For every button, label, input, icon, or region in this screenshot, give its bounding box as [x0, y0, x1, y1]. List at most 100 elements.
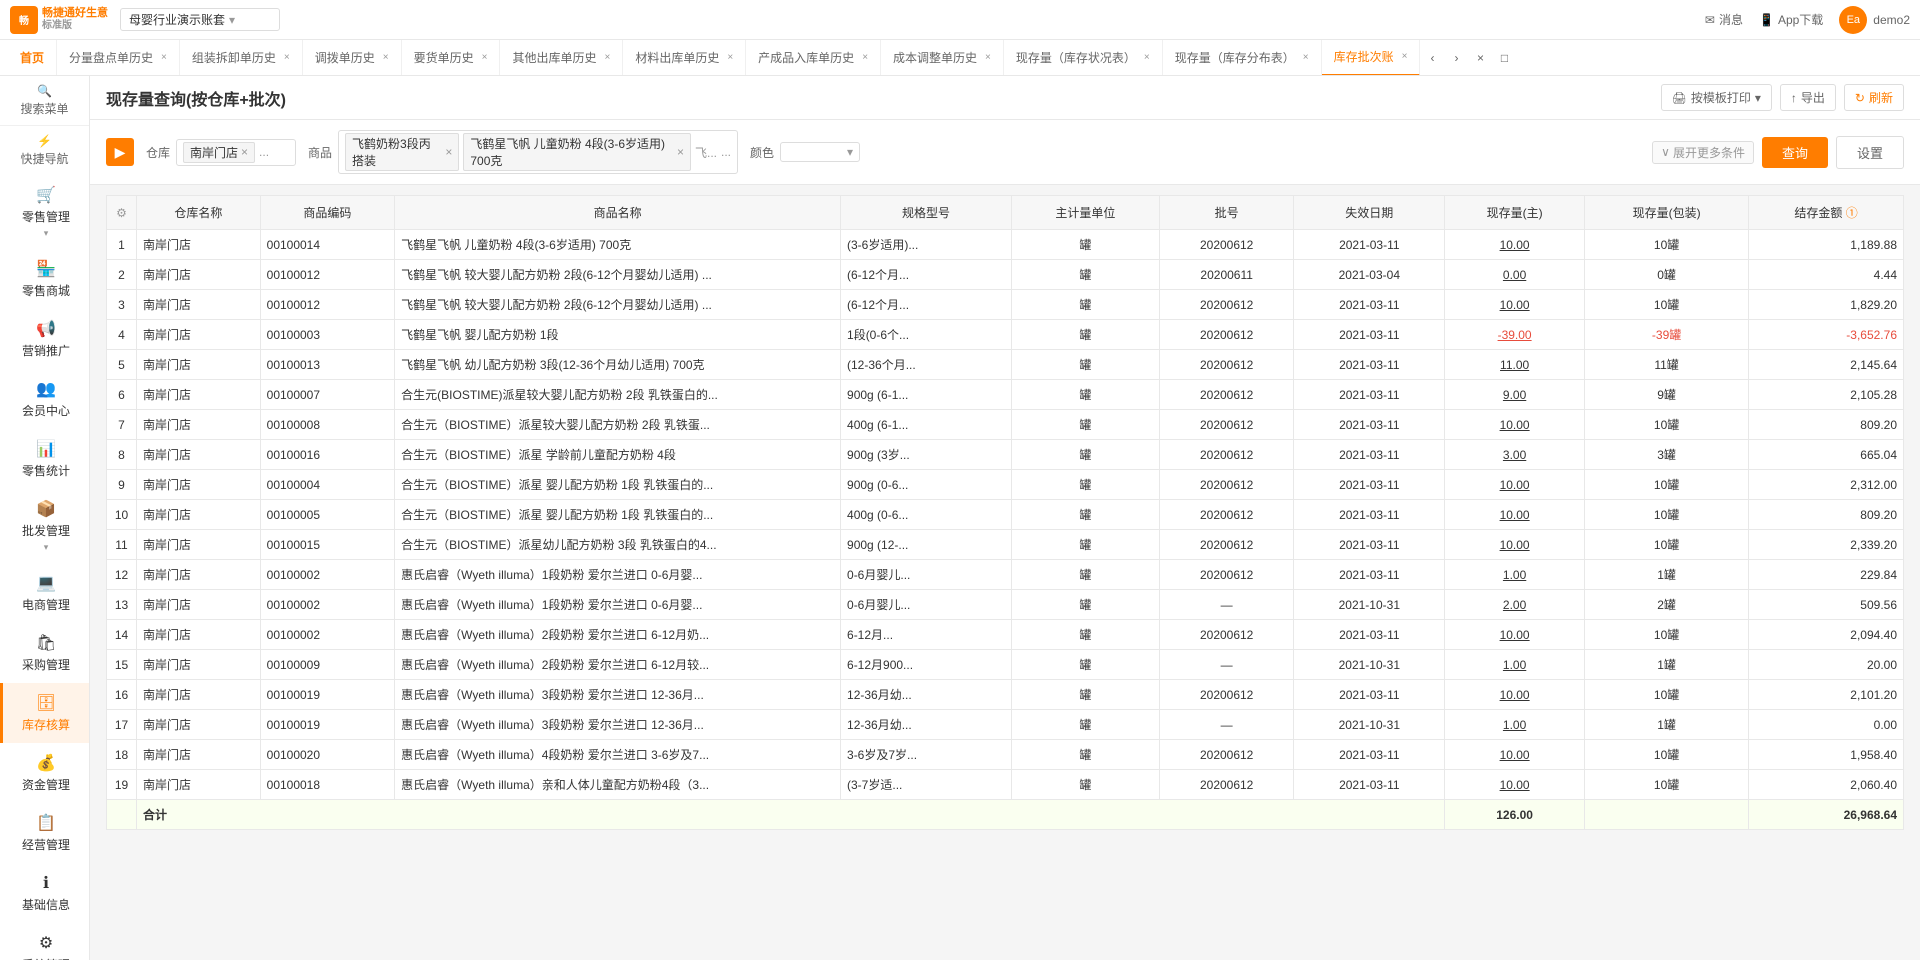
sidebar-item-base-info[interactable]: ℹ 基础信息 [0, 863, 89, 923]
row-stock-main[interactable]: 0.00 [1445, 260, 1585, 290]
close-icon[interactable]: × [985, 52, 991, 63]
remove-tag-2-icon[interactable]: × [677, 145, 684, 159]
sidebar-item-member[interactable]: 👥 会员中心 [0, 369, 89, 429]
row-warehouse: 南岸门店 [137, 230, 261, 260]
sidebar-item-retail-shop[interactable]: 🏪 零售商城 [0, 249, 89, 309]
product-tag-container[interactable]: 飞鹤奶粉3段丙搭装 × 飞鹤星飞帆 儿童奶粉 4段(3-6岁适用) 700克 ×… [338, 130, 738, 174]
tab-7[interactable]: 产成品入库单历史× [746, 40, 881, 76]
close-icon[interactable]: × [1303, 52, 1309, 63]
amount-info-icon[interactable]: ① [1846, 206, 1858, 220]
row-name: 合生元（BIOSTIME）派星较大婴儿配方奶粉 2段 乳铁蛋... [395, 410, 841, 440]
row-stock-main[interactable]: 10.00 [1445, 230, 1585, 260]
account-selector[interactable]: 母婴行业演示账套 ▾ [120, 8, 280, 31]
remove-tag-icon[interactable]: × [241, 145, 248, 159]
tab-6[interactable]: 材料出库单历史× [623, 40, 746, 76]
sidebar-item-retail-mgmt[interactable]: 🛒 零售管理 ▾ [0, 175, 89, 249]
row-stock-main[interactable]: 9.00 [1445, 380, 1585, 410]
table-row: 14 南岸门店 00100002 惠氏启睿（Wyeth illuma）2段奶粉 … [107, 620, 1904, 650]
app-download-btn[interactable]: 📱 App下载 [1759, 11, 1823, 28]
row-stock-main[interactable]: 10.00 [1445, 740, 1585, 770]
user-area[interactable]: Ea demo2 [1839, 6, 1910, 34]
logo-icon: 畅 [10, 6, 38, 34]
close-icon[interactable]: × [727, 52, 733, 63]
settings-icon[interactable]: ⚙ [116, 206, 127, 220]
row-stock-main[interactable]: 1.00 [1445, 560, 1585, 590]
close-icon[interactable]: × [1144, 52, 1150, 63]
print-button[interactable]: 🖨 按模板打印 ▾ [1661, 84, 1772, 111]
row-warehouse: 南岸门店 [137, 740, 261, 770]
expand-more-button[interactable]: ∨ 展开更多条件 [1652, 141, 1754, 164]
close-icon[interactable]: × [1402, 51, 1408, 62]
close-icon[interactable]: × [284, 52, 290, 63]
tab-10[interactable]: 现存量（库存分布表）× [1163, 40, 1322, 76]
sidebar-item-marketing[interactable]: 📢 营销推广 [0, 309, 89, 369]
tab-2[interactable]: 组装拆卸单历史× [180, 40, 303, 76]
sidebar-item-wholesale[interactable]: 📦 批发管理 ▾ [0, 489, 89, 563]
row-code: 00100020 [260, 740, 395, 770]
filter-dots[interactable]: ... [259, 145, 269, 159]
row-stock-main[interactable]: 10.00 [1445, 680, 1585, 710]
tab-3[interactable]: 调拨单历史× [303, 40, 402, 76]
row-stock-main[interactable]: 10.00 [1445, 290, 1585, 320]
sidebar-item-ecommerce[interactable]: 💻 电商管理 [0, 563, 89, 623]
row-stock-main[interactable]: 10.00 [1445, 500, 1585, 530]
table-row: 4 南岸门店 00100003 飞鹤星飞帆 婴儿配方奶粉 1段 1段(0-6个.… [107, 320, 1904, 350]
tab-5[interactable]: 其他出库单历史× [500, 40, 623, 76]
message-btn[interactable]: ✉ 消息 [1705, 11, 1743, 28]
close-icon[interactable]: × [161, 52, 167, 63]
row-code: 00100002 [260, 620, 395, 650]
sidebar-item-retail-stats[interactable]: 📊 零售统计 [0, 429, 89, 489]
product-filter-dots[interactable]: ... [721, 145, 731, 159]
row-stock-main[interactable]: 1.00 [1445, 650, 1585, 680]
row-stock-main[interactable]: 10.00 [1445, 410, 1585, 440]
row-stock-main[interactable]: 10.00 [1445, 770, 1585, 800]
sidebar-item-system[interactable]: ⚙ 系统管理 [0, 923, 89, 960]
footer-row: 合计 126.00 26,968.64 [107, 800, 1904, 830]
tab-home[interactable]: 首页 [8, 40, 57, 76]
sidebar-item-inventory[interactable]: 🗄 库存核算 [0, 683, 89, 743]
tab-next-arrow[interactable]: › [1444, 46, 1468, 70]
close-icon[interactable]: × [482, 52, 488, 63]
tab-4[interactable]: 要货单历史× [402, 40, 501, 76]
sidebar-search[interactable]: 🔍 搜索菜单 [0, 76, 89, 125]
tab-maximize[interactable]: □ [1492, 46, 1516, 70]
shop-icon: 🏪 [36, 259, 56, 279]
row-name: 合生元（BIOSTIME）派星幼儿配方奶粉 3段 乳铁蛋白的4... [395, 530, 841, 560]
tab-prev-arrow[interactable]: ‹ [1420, 46, 1444, 70]
row-stock-main[interactable]: 2.00 [1445, 590, 1585, 620]
sidebar-item-label: 零售商城 [22, 282, 70, 299]
tab-8[interactable]: 成本调整单历史× [881, 40, 1004, 76]
row-stock-main[interactable]: 1.00 [1445, 710, 1585, 740]
row-stock-main[interactable]: 11.00 [1445, 350, 1585, 380]
close-icon[interactable]: × [862, 52, 868, 63]
sidebar-nav[interactable]: ⚡ 快捷导航 [0, 125, 89, 175]
remove-tag-1-icon[interactable]: × [445, 145, 452, 159]
row-stock-main[interactable]: -39.00 [1445, 320, 1585, 350]
query-button[interactable]: 查询 [1762, 137, 1828, 168]
filter-expand-button[interactable]: ▶ [106, 138, 134, 166]
set-button[interactable]: 设置 [1836, 136, 1904, 169]
close-icon[interactable]: × [604, 52, 610, 63]
tab-11[interactable]: 库存批次账× [1322, 40, 1421, 76]
row-stock-main[interactable]: 3.00 [1445, 440, 1585, 470]
row-no: 9 [107, 470, 137, 500]
tab-9[interactable]: 现存量（库存状况表）× [1004, 40, 1163, 76]
row-stock-main[interactable]: 10.00 [1445, 470, 1585, 500]
row-stock-main[interactable]: 10.00 [1445, 620, 1585, 650]
row-stock-main[interactable]: 10.00 [1445, 530, 1585, 560]
sidebar-item-purchase[interactable]: 🛍 采购管理 [0, 623, 89, 683]
sidebar-item-business[interactable]: 📋 经营管理 [0, 803, 89, 863]
close-icon[interactable]: × [383, 52, 389, 63]
tab-1[interactable]: 分量盘点单历史× [57, 40, 180, 76]
export-button[interactable]: ↑ 导出 [1780, 84, 1836, 111]
row-amount: 2,101.20 [1749, 680, 1904, 710]
nav-tabs: 首页 分量盘点单历史× 组装拆卸单历史× 调拨单历史× 要货单历史× 其他出库单… [0, 40, 1920, 76]
refresh-button[interactable]: ↻ 刷新 [1844, 84, 1904, 111]
tab-close-all[interactable]: × [1468, 46, 1492, 70]
row-stock-pkg: 9罐 [1585, 380, 1749, 410]
sidebar-item-finance[interactable]: 💰 资金管理 [0, 743, 89, 803]
col-settings[interactable]: ⚙ [107, 196, 137, 230]
warehouse-tag-container[interactable]: 南岸门店 × ... [176, 139, 296, 166]
color-tag-container[interactable]: ▾ [780, 142, 860, 162]
marketing-icon: 📢 [36, 319, 56, 339]
